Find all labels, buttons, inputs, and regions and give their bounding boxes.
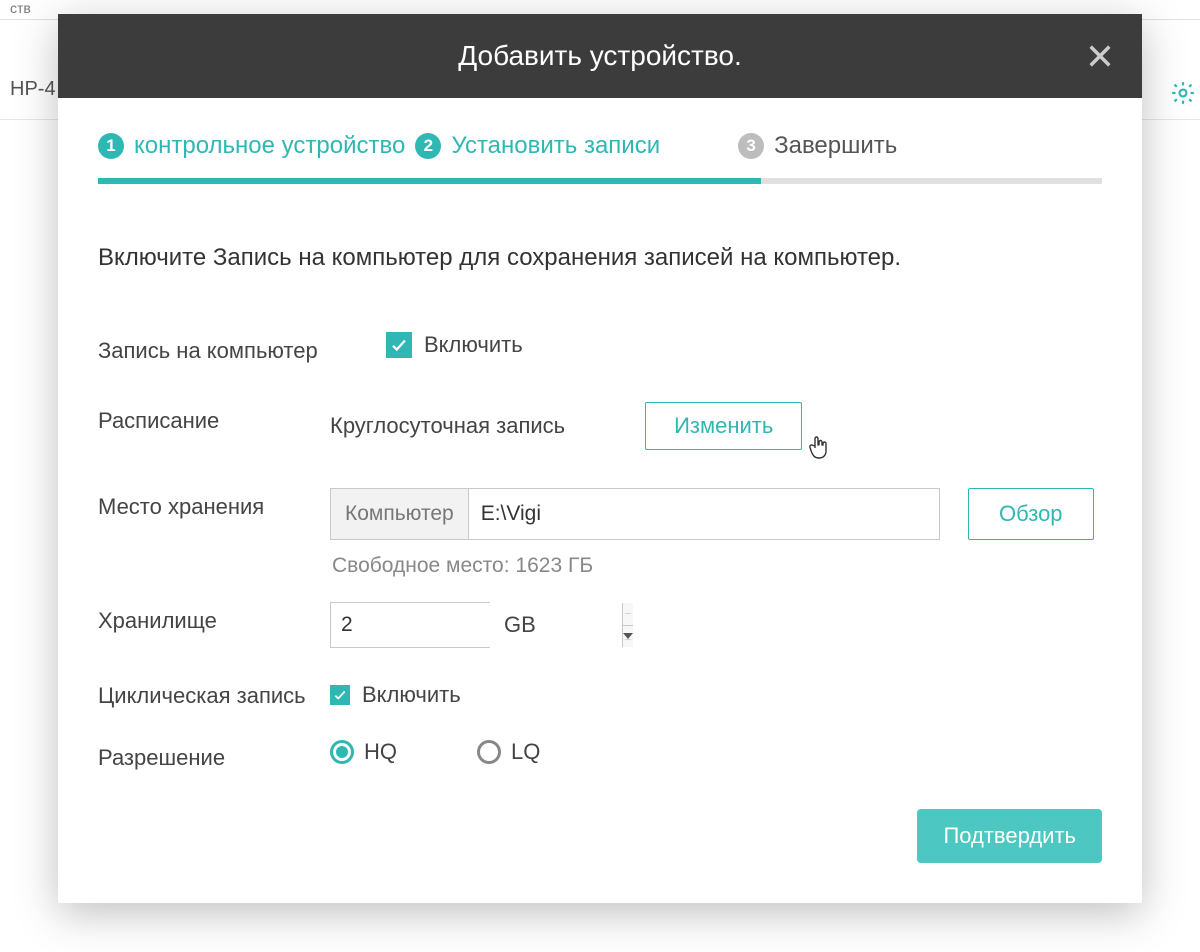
- modal-overlay: Добавить устройство. 1 контрольное устро…: [0, 0, 1200, 952]
- browse-button[interactable]: Обзор: [968, 488, 1094, 540]
- radio-icon: [330, 740, 354, 764]
- wizard-progress: [98, 178, 1102, 184]
- row-resolution: Разрешение HQ LQ: [98, 739, 1102, 771]
- storage-size-input[interactable]: [331, 603, 622, 647]
- label-record-to-pc: Запись на компьютер: [98, 332, 330, 364]
- loop-record-checkbox[interactable]: Включить: [330, 682, 461, 708]
- step-finish[interactable]: 3 Завершить: [738, 132, 897, 160]
- add-device-modal: Добавить устройство. 1 контрольное устро…: [58, 14, 1142, 903]
- wizard-stepper: 1 контрольное устройство 2 Установить за…: [98, 132, 1102, 160]
- checkbox-label: Включить: [424, 332, 523, 358]
- step-label: контрольное устройство: [134, 132, 405, 160]
- step-number: 2: [415, 133, 441, 159]
- storage-path-input[interactable]: [469, 489, 939, 539]
- row-record-to-pc: Запись на компьютер Включить: [98, 332, 1102, 364]
- stepper-down[interactable]: [623, 626, 633, 648]
- step-number: 1: [98, 133, 124, 159]
- step-label: Завершить: [774, 132, 897, 160]
- label-resolution: Разрешение: [98, 739, 330, 771]
- modal-body: 1 контрольное устройство 2 Установить за…: [58, 98, 1142, 903]
- close-icon[interactable]: [1086, 42, 1114, 70]
- label-storage-path: Место хранения: [98, 488, 330, 520]
- label-storage-size: Хранилище: [98, 602, 330, 634]
- schedule-value: Круглосуточная запись: [330, 413, 565, 439]
- confirm-button[interactable]: Подтвердить: [917, 809, 1102, 863]
- label-schedule: Расписание: [98, 402, 330, 434]
- row-schedule: Расписание Круглосуточная запись Изменит…: [98, 402, 1102, 450]
- row-loop-record: Циклическая запись Включить: [98, 676, 1102, 711]
- modal-title: Добавить устройство.: [458, 40, 742, 72]
- checkbox-label: Включить: [362, 682, 461, 708]
- radio-icon: [477, 740, 501, 764]
- check-icon: [386, 332, 412, 358]
- settings-form: Запись на компьютер Включить Расписание: [98, 332, 1102, 771]
- row-storage-size: Хранилище GB: [98, 602, 1102, 648]
- step-control-device[interactable]: 1 контрольное устройство: [98, 132, 405, 160]
- modal-header: Добавить устройство.: [58, 14, 1142, 98]
- step-number: 3: [738, 133, 764, 159]
- free-space-text: Свободное место: 1623 ГБ: [330, 554, 1094, 578]
- step-set-records[interactable]: 2 Установить записи: [415, 132, 660, 160]
- row-storage-path: Место хранения Компьютер Обзор Свободное…: [98, 488, 1102, 578]
- instruction-text: Включите Запись на компьютер для сохране…: [98, 244, 1102, 272]
- storage-path-field: Компьютер: [330, 488, 940, 540]
- enable-record-checkbox[interactable]: Включить: [386, 332, 523, 358]
- path-prefix: Компьютер: [331, 489, 469, 539]
- stepper-up[interactable]: [623, 603, 633, 626]
- change-schedule-button[interactable]: Изменить: [645, 402, 802, 450]
- label-loop-record: Циклическая запись: [98, 676, 330, 711]
- check-icon: [330, 685, 350, 705]
- modal-footer: Подтвердить: [98, 809, 1102, 863]
- wizard-progress-fill: [98, 178, 761, 184]
- resolution-hq-radio[interactable]: HQ: [330, 739, 397, 765]
- resolution-lq-radio[interactable]: LQ: [477, 739, 540, 765]
- step-label: Установить записи: [451, 132, 660, 160]
- radio-label: HQ: [364, 739, 397, 765]
- storage-size-stepper[interactable]: [330, 602, 490, 648]
- radio-label: LQ: [511, 739, 540, 765]
- storage-size-unit: GB: [504, 612, 536, 638]
